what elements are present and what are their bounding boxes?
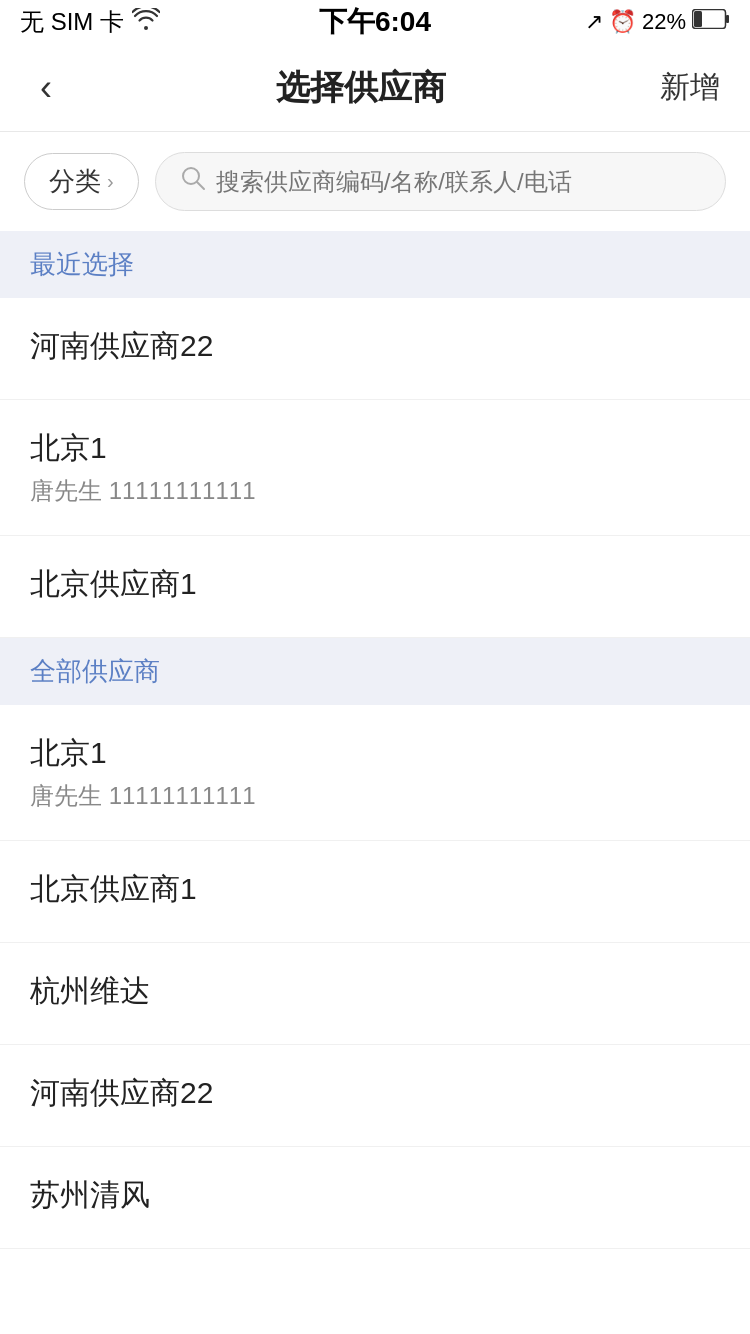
section-header-recent: 最近选择 xyxy=(0,231,750,298)
list-item[interactable]: 苏州清风 xyxy=(0,1147,750,1249)
item-sub: 唐先生 11111111111 xyxy=(30,475,720,507)
location-icon: ↗ xyxy=(585,9,603,35)
search-icon xyxy=(180,165,206,198)
item-name: 河南供应商22 xyxy=(30,326,720,367)
status-time: 下午6:04 xyxy=(319,3,431,41)
list-item[interactable]: 北京供应商1 xyxy=(0,536,750,638)
chevron-right-icon: › xyxy=(107,170,114,193)
status-right: ↗ ⏰ 22% xyxy=(585,9,730,35)
sections-container: 最近选择河南供应商22 北京1 唐先生 11111111111 北京供应商1 全部供应商… xyxy=(0,231,750,1249)
list-item[interactable]: 北京1 唐先生 11111111111 xyxy=(0,705,750,841)
wifi-icon xyxy=(132,8,160,36)
category-button[interactable]: 分类 › xyxy=(24,153,139,210)
filter-bar: 分类 › xyxy=(0,132,750,231)
nav-bar: ‹ 选择供应商 新增 xyxy=(0,44,750,132)
item-name: 北京供应商1 xyxy=(30,564,720,605)
item-name: 北京1 xyxy=(30,733,720,774)
battery-icon xyxy=(692,9,730,35)
add-button[interactable]: 新增 xyxy=(660,67,720,108)
svg-rect-2 xyxy=(726,15,729,23)
item-name: 北京供应商1 xyxy=(30,869,720,910)
list-item[interactable]: 河南供应商22 xyxy=(0,298,750,400)
item-name: 北京1 xyxy=(30,428,720,469)
list-item[interactable]: 杭州维达 xyxy=(0,943,750,1045)
alarm-icon: ⏰ xyxy=(609,9,636,35)
page-title: 选择供应商 xyxy=(276,65,446,111)
list-item[interactable]: 北京供应商1 xyxy=(0,841,750,943)
search-input[interactable] xyxy=(216,168,701,196)
list-item[interactable]: 北京1 唐先生 11111111111 xyxy=(0,400,750,536)
section-header-all: 全部供应商 xyxy=(0,638,750,705)
search-box xyxy=(155,152,726,211)
item-name: 苏州清风 xyxy=(30,1175,720,1216)
svg-line-4 xyxy=(197,182,204,189)
back-button[interactable]: ‹ xyxy=(30,57,62,119)
battery-text: 22% xyxy=(642,9,686,35)
svg-rect-1 xyxy=(694,11,702,27)
item-sub: 唐先生 11111111111 xyxy=(30,780,720,812)
list-item[interactable]: 河南供应商22 xyxy=(0,1045,750,1147)
category-label: 分类 xyxy=(49,164,101,199)
status-left: 无 SIM 卡 xyxy=(20,6,160,38)
item-name: 河南供应商22 xyxy=(30,1073,720,1114)
status-bar: 无 SIM 卡 下午6:04 ↗ ⏰ 22% xyxy=(0,0,750,44)
item-name: 杭州维达 xyxy=(30,971,720,1012)
carrier-text: 无 SIM 卡 xyxy=(20,6,124,38)
